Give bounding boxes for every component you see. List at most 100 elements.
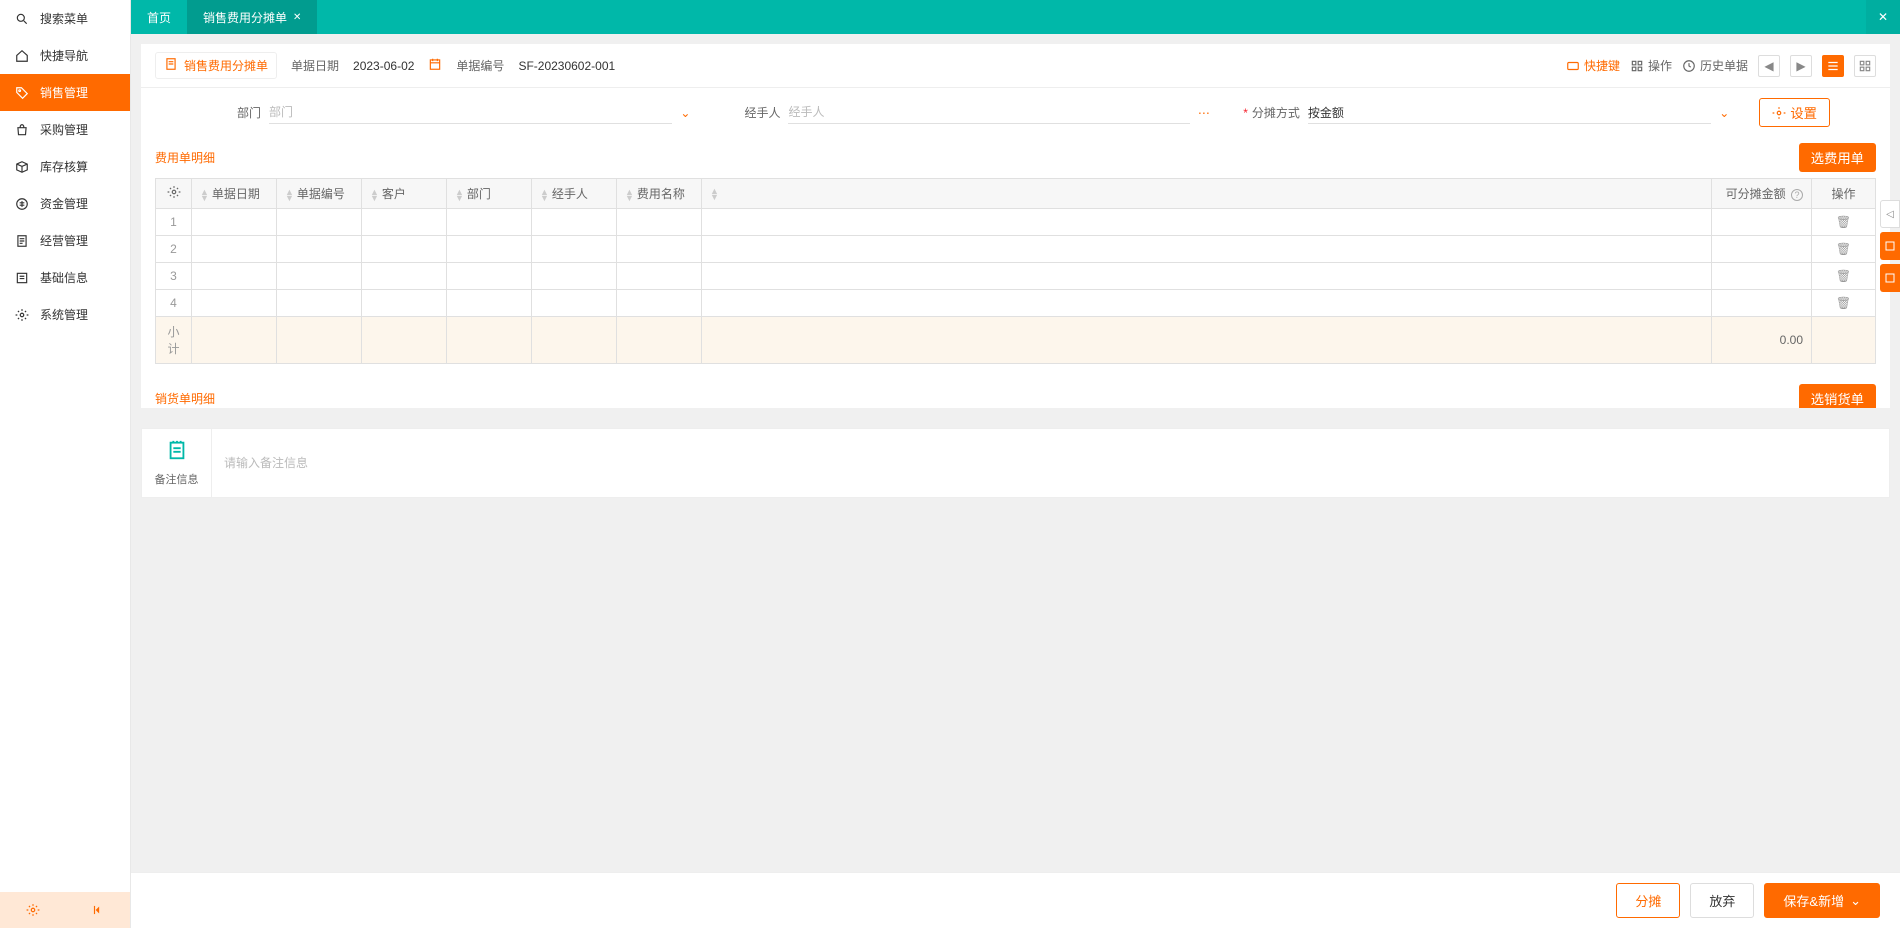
calendar-icon[interactable]	[428, 57, 442, 74]
table-row[interactable]: 1🗑	[156, 209, 1876, 236]
delete-icon[interactable]: 🗑	[1836, 269, 1851, 283]
next-button[interactable]: ▶	[1790, 55, 1812, 77]
select-expense-button[interactable]: 选费用单	[1799, 143, 1876, 172]
sidebar-item-quicknav[interactable]: 快捷导航	[0, 37, 130, 74]
sidebar-settings-button[interactable]	[0, 892, 65, 928]
sidebar-label: 资金管理	[40, 195, 88, 212]
money-icon	[14, 196, 30, 212]
subtotal-amount: 0.00	[1712, 317, 1812, 364]
dept-field: 部门 ⌄	[201, 101, 690, 124]
remarks-panel: 备注信息	[141, 428, 1890, 498]
info-icon	[14, 270, 30, 286]
method-label: 分摊方式	[1240, 104, 1300, 121]
save-new-button[interactable]: 保存&新增⌄	[1764, 883, 1880, 918]
expense-section-header: 费用单明细 选费用单	[141, 137, 1890, 178]
view-grid-button[interactable]	[1854, 55, 1876, 77]
sidebar-label: 销售管理	[40, 84, 88, 101]
gutter-action-2[interactable]	[1880, 264, 1900, 292]
date-label: 单据日期	[291, 57, 339, 74]
help-icon[interactable]: ?	[1791, 189, 1803, 201]
docno-value: SF-20230602-001	[518, 59, 615, 73]
operate-link[interactable]: 操作	[1630, 57, 1672, 74]
table-row[interactable]: 4🗑	[156, 290, 1876, 317]
subtotal-row: 小计0.00	[156, 317, 1876, 364]
tab-home[interactable]: 首页	[131, 0, 187, 34]
sidebar-item-basic[interactable]: 基础信息	[0, 259, 130, 296]
method-input[interactable]	[1308, 101, 1711, 124]
search-icon	[14, 11, 30, 27]
sort-icon: ▲▼	[455, 189, 464, 201]
col-date[interactable]: ▲▼单据日期	[192, 179, 277, 209]
chevron-down-icon[interactable]: ⌄	[680, 106, 690, 120]
sort-icon: ▲▼	[625, 189, 634, 201]
sidebar-item-search[interactable]: 搜索菜单	[0, 0, 130, 37]
document-header: 销售费用分摊单 单据日期 2023-06-02 单据编号 SF-20230602…	[141, 44, 1890, 88]
handler-field: 经手人 ⋯	[720, 101, 1209, 124]
table-row[interactable]: 3🗑	[156, 263, 1876, 290]
sidebar-item-system[interactable]: 系统管理	[0, 296, 130, 333]
remarks-input[interactable]	[212, 429, 1889, 497]
shortcut-link[interactable]: 快捷键	[1566, 57, 1620, 74]
allocate-button[interactable]: 分摊	[1616, 883, 1680, 918]
more-icon[interactable]: ⋯	[1198, 106, 1210, 120]
table-row[interactable]: 2🗑	[156, 236, 1876, 263]
sidebar-footer	[0, 892, 130, 928]
delete-icon[interactable]: 🗑	[1836, 296, 1851, 310]
col-amount[interactable]: 可分摊金额 ?	[1712, 179, 1812, 209]
sort-icon: ▲▼	[370, 189, 379, 201]
handler-input[interactable]	[788, 101, 1189, 124]
docno-label: 单据编号	[456, 57, 504, 74]
select-sales-button[interactable]: 选销货单	[1799, 384, 1876, 408]
document-title: 销售费用分摊单	[155, 52, 277, 79]
expense-section-title: 费用单明细	[155, 149, 215, 166]
col-customer[interactable]: ▲▼客户	[362, 179, 447, 209]
tab-sales-allocation[interactable]: 销售费用分摊单 ✕	[187, 0, 317, 34]
sidebar-item-sales[interactable]: 销售管理	[0, 74, 130, 111]
sidebar-item-inventory[interactable]: 库存核算	[0, 148, 130, 185]
chevron-down-icon[interactable]: ⌄	[1719, 106, 1729, 120]
content-panel: 销售费用分摊单 单据日期 2023-06-02 单据编号 SF-20230602…	[141, 44, 1890, 408]
sidebar-label: 搜索菜单	[40, 10, 88, 27]
sidebar-collapse-button[interactable]	[65, 892, 130, 928]
delete-icon[interactable]: 🗑	[1836, 242, 1851, 256]
dept-input[interactable]	[269, 101, 672, 124]
col-handler[interactable]: ▲▼经手人	[532, 179, 617, 209]
col-dept[interactable]: ▲▼部门	[447, 179, 532, 209]
tabs-close-all-button[interactable]: ✕	[1866, 0, 1900, 34]
sales-section-header: 销货单明细 选销货单	[141, 378, 1890, 408]
gutter-expand-button[interactable]: ◁	[1880, 200, 1900, 228]
main-area: 首页 销售费用分摊单 ✕ ✕ 销售费用分摊单 单据日期 2023-06-02 单…	[131, 0, 1900, 928]
method-field: 分摊方式 ⌄	[1240, 101, 1729, 124]
date-value[interactable]: 2023-06-02	[353, 59, 414, 73]
discard-button[interactable]: 放弃	[1690, 883, 1754, 918]
right-gutter: ◁	[1880, 200, 1900, 292]
doc-icon	[14, 233, 30, 249]
sidebar: 搜索菜单 快捷导航 销售管理 采购管理 库存核算 资金管理 经营管理 基础信息	[0, 0, 131, 928]
history-link[interactable]: 历史单据	[1682, 57, 1748, 74]
delete-icon[interactable]: 🗑	[1836, 215, 1851, 229]
chevron-down-icon: ⌄	[1850, 893, 1861, 909]
sidebar-item-business[interactable]: 经营管理	[0, 222, 130, 259]
gear-icon	[14, 307, 30, 323]
sort-icon: ▲▼	[540, 189, 549, 201]
tab-label: 销售费用分摊单	[203, 9, 287, 26]
col-blank: ▲▼	[702, 179, 1712, 209]
sidebar-label: 快捷导航	[40, 47, 88, 64]
sidebar-label: 系统管理	[40, 306, 88, 323]
home-icon	[14, 48, 30, 64]
gear-column[interactable]	[156, 179, 192, 209]
col-name[interactable]: ▲▼费用名称	[617, 179, 702, 209]
form-row: 部门 ⌄ 经手人 ⋯ 分摊方式 ⌄ 设置	[141, 88, 1890, 137]
sidebar-item-funds[interactable]: 资金管理	[0, 185, 130, 222]
tab-label: 首页	[147, 9, 171, 26]
view-list-button[interactable]	[1822, 55, 1844, 77]
sidebar-item-purchase[interactable]: 采购管理	[0, 111, 130, 148]
tab-close-icon[interactable]: ✕	[293, 12, 301, 23]
settings-button[interactable]: 设置	[1759, 98, 1830, 127]
col-op: 操作	[1812, 179, 1876, 209]
col-no[interactable]: ▲▼单据编号	[277, 179, 362, 209]
gutter-action-1[interactable]	[1880, 232, 1900, 260]
sidebar-label: 经营管理	[40, 232, 88, 249]
sort-icon: ▲▼	[710, 188, 719, 200]
prev-button[interactable]: ◀	[1758, 55, 1780, 77]
